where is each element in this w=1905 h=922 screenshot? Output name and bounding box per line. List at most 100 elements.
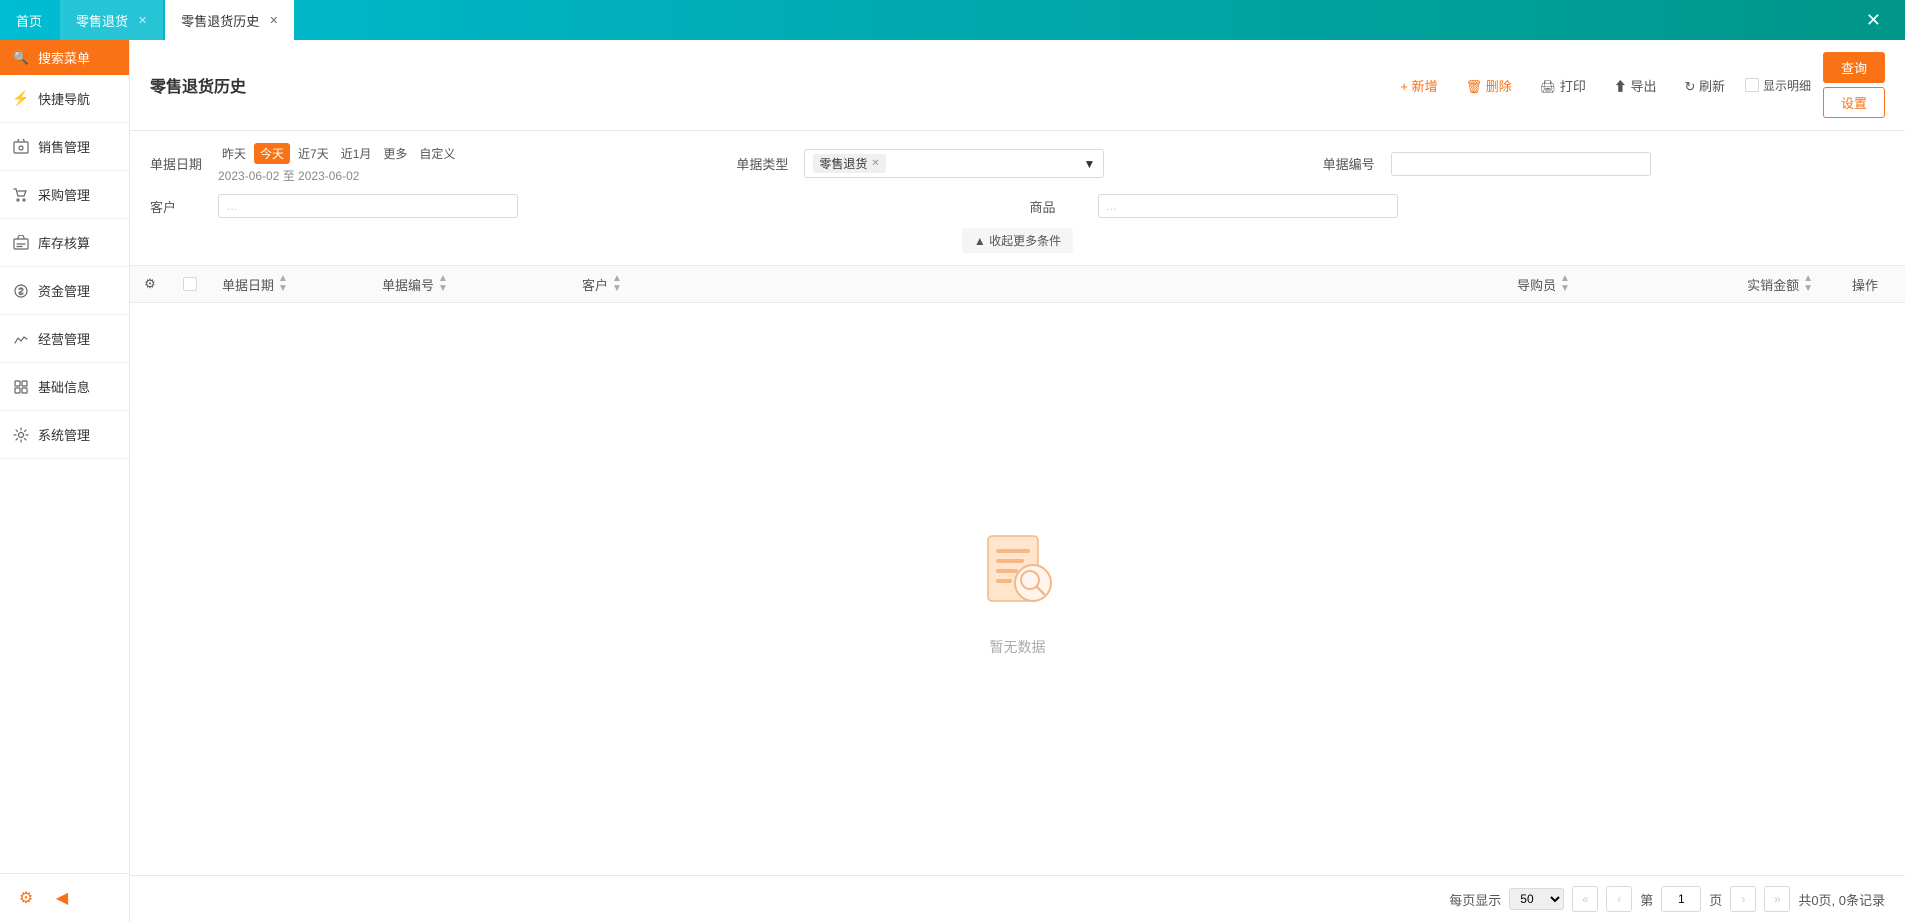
tab-retail-return-close[interactable]: ✕ [138,14,147,27]
add-button[interactable]: + 新增 [1392,72,1445,99]
sidebar-item-inventory-label: 库存核算 [38,233,90,252]
docno-input[interactable] [1391,152,1651,176]
th-date[interactable]: 单据日期 ▲▼ [210,274,370,294]
top-bar-right: ✕ [1858,6,1905,35]
th-docno-label: 单据编号 [382,275,434,294]
sidebar-item-system[interactable]: 系统管理 [0,411,129,459]
date-filter: 单据日期 昨天 今天 近7天 近1月 更多 自定义 2023-06-02 至 2… [150,143,712,184]
sidebar-item-ops[interactable]: 经营管理 [0,315,129,363]
last-page-btn[interactable]: » [1764,886,1790,912]
type-dropdown-icon: ▼ [1083,157,1095,171]
goods-label: 商品 [1030,197,1090,216]
th-customer[interactable]: 客户 ▲▼ [570,274,1505,294]
collapse-label: ▲ 收起更多条件 [974,232,1061,249]
th-gear[interactable]: ⚙ [130,276,170,292]
date-btn-today[interactable]: 今天 [254,143,290,164]
show-detail-checkbox[interactable]: 显示明细 [1745,77,1811,94]
sidebar-item-finance[interactable]: 资金管理 [0,267,129,315]
date-buttons: 昨天 今天 近7天 近1月 更多 自定义 [218,143,459,164]
action-buttons: 查询 设置 [1823,52,1885,118]
per-page-label: 每页显示 [1449,890,1501,909]
collapse-sidebar-btn[interactable]: ◀ [48,884,76,912]
goods-select[interactable]: ... [1098,194,1398,218]
page-title: 零售退货历史 [150,73,246,97]
top-bar: 首页 零售退货 ✕ 零售退货历史 ✕ ✕ [0,0,1905,40]
header-checkbox[interactable] [183,277,197,291]
pagination: 每页显示 50 20 100 « ‹ 第 页 › » 共0页, 0条记录 [130,875,1905,922]
th-customer-label: 客户 [582,275,608,294]
empty-text: 暂无数据 [990,637,1046,657]
date-btn-custom[interactable]: 自定义 [415,143,459,164]
sidebar-search-label: 搜索菜单 [38,48,90,67]
sidebar-item-basic[interactable]: 基础信息 [0,363,129,411]
print-button[interactable]: 🖨 打印 [1532,72,1594,99]
query-button[interactable]: 查询 [1823,52,1885,83]
export-button[interactable]: ⬆ 导出 [1606,72,1665,99]
date-btn-7days[interactable]: 近7天 [294,143,333,164]
tab-retail-return-history[interactable]: 零售退货历史 ✕ [165,0,294,40]
th-amount-sort: ▲▼ [1803,274,1813,294]
tab-home-label: 首页 [16,11,42,30]
date-btn-1month[interactable]: 近1月 [337,143,376,164]
tab-home[interactable]: 首页 [0,0,58,40]
page-label: 第 [1640,890,1653,909]
search-icon: 🔍 [12,49,30,67]
type-tag: 零售退货 ✕ [813,154,885,173]
setting-button[interactable]: 设置 [1823,87,1885,118]
filter-area: 单据日期 昨天 今天 近7天 近1月 更多 自定义 2023-06-02 至 2… [130,131,1905,266]
tab-retail-return[interactable]: 零售退货 ✕ [60,0,163,40]
th-docno-sort: ▲▼ [438,274,448,294]
date-btn-yesterday[interactable]: 昨天 [218,143,250,164]
first-page-btn[interactable]: « [1572,886,1598,912]
gear-icon: ⚙ [144,276,156,292]
next-page-btn[interactable]: › [1730,886,1756,912]
show-detail-label: 显示明细 [1763,77,1811,94]
sidebar-item-inventory[interactable]: 库存核算 [0,219,129,267]
sidebar-item-finance-label: 资金管理 [38,281,90,300]
per-page-select[interactable]: 50 20 100 [1509,888,1564,910]
filter-row-2: 客户 ... 商品 ... [150,194,1885,218]
finance-icon [12,282,30,300]
filter-row-1: 单据日期 昨天 今天 近7天 近1月 更多 自定义 2023-06-02 至 2… [150,143,1885,184]
sidebar-search[interactable]: 🔍 搜索菜单 [0,40,129,75]
show-detail-check[interactable] [1745,78,1759,92]
prev-page-btn[interactable]: ‹ [1606,886,1632,912]
sidebar-item-purchase[interactable]: 采购管理 [0,171,129,219]
sidebar-item-sales[interactable]: 销售管理 [0,123,129,171]
docno-label: 单据编号 [1323,154,1383,173]
sidebar-bottom: ⚙ ◀ [0,873,129,922]
th-amount[interactable]: 实销金额 ▲▼ [1665,274,1825,294]
tab-retail-return-history-label: 零售退货历史 [181,11,259,30]
page-input[interactable] [1661,886,1701,912]
quick-nav-icon: ⚡ [12,90,30,108]
type-tag-close[interactable]: ✕ [871,158,879,169]
table-header: ⚙ 单据日期 ▲▼ 单据编号 ▲▼ 客户 ▲▼ 导购员 [130,266,1905,303]
tab-bar: 首页 零售退货 ✕ 零售退货历史 ✕ [0,0,1858,40]
th-op-label: 操作 [1852,275,1878,294]
content-area: 零售退货历史 + 新增 🗑 删除 🖨 打印 ⬆ 导出 ↻ 刷新 显示明细 查询 … [130,40,1905,922]
tab-retail-return-history-close[interactable]: ✕ [269,14,278,27]
th-docno[interactable]: 单据编号 ▲▼ [370,274,570,294]
customer-label: 客户 [150,197,210,216]
date-range: 2023-06-02 至 2023-06-02 [218,167,459,184]
th-customer-sort: ▲▼ [612,274,622,294]
delete-button[interactable]: 🗑 删除 [1458,72,1520,99]
docno-filter: 单据编号 [1323,152,1885,176]
refresh-button[interactable]: ↻ 刷新 [1676,72,1733,99]
th-date-sort: ▲▼ [278,274,288,294]
customer-select[interactable]: ... [218,194,518,218]
type-select[interactable]: 零售退货 ✕ ▼ [804,149,1104,178]
header-actions: + 新增 🗑 删除 🖨 打印 ⬆ 导出 ↻ 刷新 显示明细 查询 设置 [1392,52,1885,118]
sidebar-item-quick-nav-label: 快捷导航 [38,89,90,108]
collapse-filter-btn[interactable]: ▲ 收起更多条件 [962,228,1073,253]
window-close-btn[interactable]: ✕ [1858,6,1889,35]
th-guide[interactable]: 导购员 ▲▼ [1505,274,1665,294]
th-date-label: 单据日期 [222,275,274,294]
sidebar-item-quick-nav[interactable]: ⚡ 快捷导航 [0,75,129,123]
date-btn-more[interactable]: 更多 [379,143,411,164]
th-checkbox[interactable] [170,277,210,291]
settings-btn[interactable]: ⚙ [12,884,40,912]
type-filter: 单据类型 零售退货 ✕ ▼ [736,149,1298,178]
sidebar-item-basic-label: 基础信息 [38,377,90,396]
date-label: 单据日期 [150,154,210,173]
